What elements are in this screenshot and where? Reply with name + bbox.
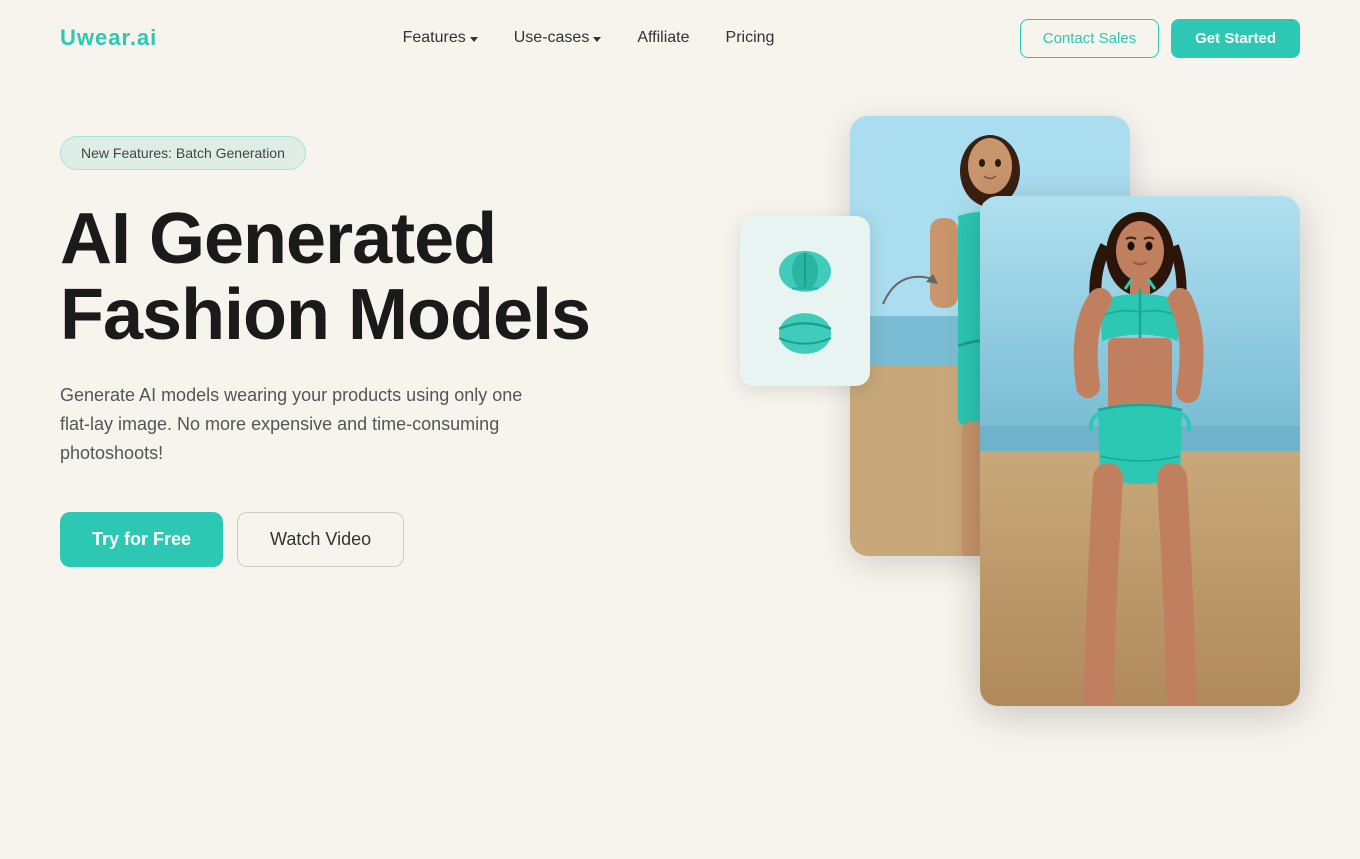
navbar: Uwear.ai Features Use-cases Affiliate Pr… [0, 0, 1360, 76]
nav-features[interactable]: Features [403, 29, 478, 47]
hero-cta-buttons: Try for Free Watch Video [60, 512, 660, 567]
nav-use-cases[interactable]: Use-cases [514, 29, 602, 47]
product-flatlay-image [740, 216, 870, 386]
get-started-button[interactable]: Get Started [1171, 19, 1300, 58]
chevron-down-icon [470, 37, 478, 42]
nav-pricing[interactable]: Pricing [726, 29, 775, 47]
try-free-button[interactable]: Try for Free [60, 512, 223, 567]
watch-video-button[interactable]: Watch Video [237, 512, 404, 567]
nav-affiliate[interactable]: Affiliate [637, 29, 689, 47]
hero-content: New Features: Batch Generation AI Genera… [60, 116, 660, 567]
contact-sales-button[interactable]: Contact Sales [1020, 19, 1159, 58]
hero-images [700, 116, 1300, 716]
nav-links: Features Use-cases Affiliate Pricing [403, 29, 775, 47]
chevron-down-icon [593, 37, 601, 42]
hero-section: New Features: Batch Generation AI Genera… [0, 76, 1360, 776]
feature-badge: New Features: Batch Generation [60, 136, 306, 170]
model-image-2 [980, 196, 1300, 706]
nav-actions: Contact Sales Get Started [1020, 19, 1300, 58]
arrow-icon [878, 264, 938, 314]
logo[interactable]: Uwear.ai [60, 25, 157, 51]
hero-title: AI Generated Fashion Models [60, 202, 660, 353]
hero-description: Generate AI models wearing your products… [60, 381, 540, 467]
